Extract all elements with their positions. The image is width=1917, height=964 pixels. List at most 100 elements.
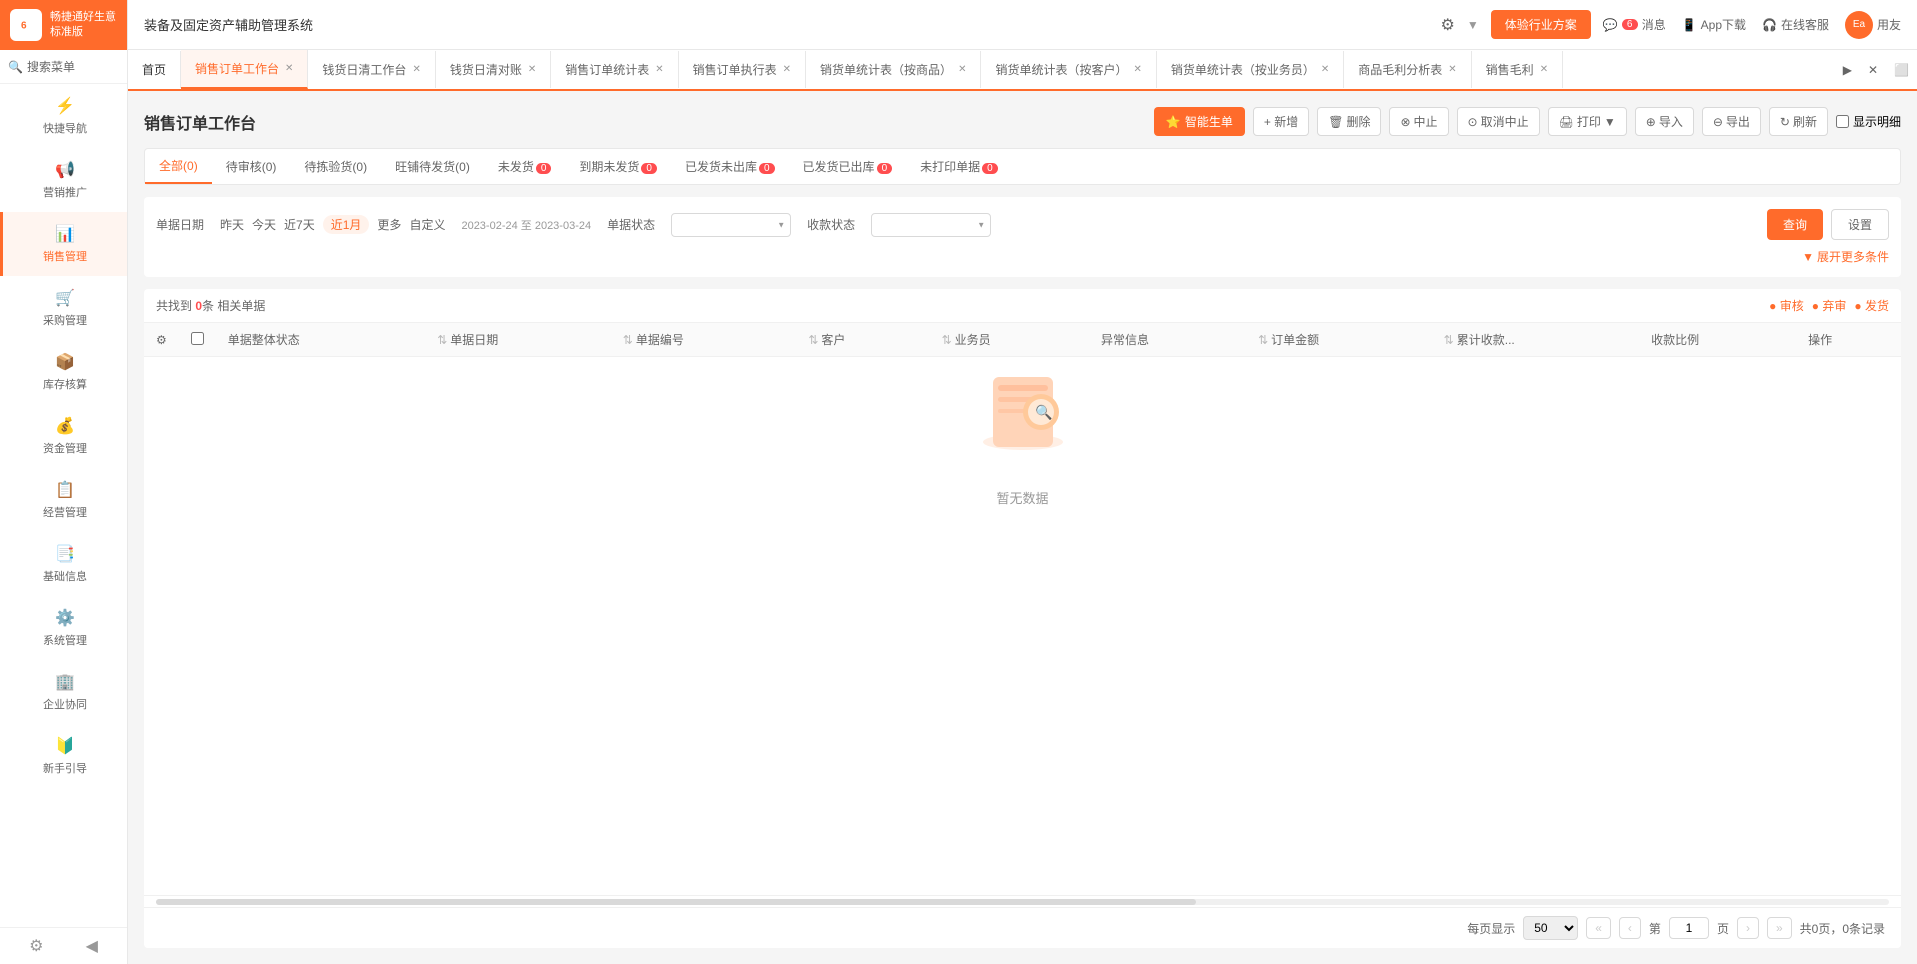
settings-footer-btn[interactable]: ⚙	[29, 936, 43, 956]
tab-close-sales-exec[interactable]: ✕	[783, 64, 791, 75]
logo-text: 畅捷通好生意 标准版	[50, 10, 116, 41]
app-download-action[interactable]: 📱 App下载	[1682, 16, 1746, 33]
query-btn[interactable]: 查询	[1767, 209, 1823, 240]
sidebar-item-enterprise[interactable]: 🏢 企业协同	[0, 660, 127, 724]
subtab-pending-review[interactable]: 待审核(0)	[212, 150, 291, 183]
message-action[interactable]: 💬 6 消息	[1603, 16, 1666, 33]
tab-sales-summary-customer[interactable]: 销货单统计表（按客户） ✕	[981, 51, 1156, 88]
export-btn[interactable]: ⊖ 导出	[1702, 107, 1761, 136]
ship-circle-icon: ●	[1854, 299, 1861, 313]
print-btn[interactable]: 🖨 打印 ▼	[1548, 107, 1627, 136]
ship-btn[interactable]: ● 发货	[1854, 297, 1889, 314]
scroll-thumb[interactable]	[156, 899, 1196, 905]
collapse-btn[interactable]: ◀	[86, 936, 98, 956]
refresh-btn[interactable]: ↻ 刷新	[1769, 107, 1828, 136]
sidebar-item-guide[interactable]: 🔰 新手引导	[0, 724, 127, 788]
sidebar-item-inventory[interactable]: 📦 库存核算	[0, 340, 127, 404]
page-input[interactable]	[1669, 917, 1709, 939]
th-checkbox[interactable]	[179, 323, 216, 357]
date-opt-more[interactable]: 更多	[377, 216, 401, 233]
tab-sales-summary-product[interactable]: 销货单统计表（按商品） ✕	[806, 51, 981, 88]
subtab-all[interactable]: 全部(0)	[145, 149, 212, 184]
sidebar-item-operations[interactable]: 📋 经营管理	[0, 468, 127, 532]
tab-close-sales-order[interactable]: ✕	[285, 63, 293, 74]
trial-btn[interactable]: 体验行业方案	[1491, 10, 1591, 39]
add-btn[interactable]: + 新增	[1253, 107, 1309, 136]
scroll-bar-area[interactable]	[144, 895, 1901, 907]
date-opt-custom[interactable]: 自定义	[409, 216, 445, 233]
pagination: 每页显示 50 10 20 100 « ‹ 第 页 › » 共0页，0条记录	[144, 907, 1901, 948]
show-detail-label[interactable]: 显示明细	[1836, 113, 1901, 130]
th-status: 单据整体状态	[216, 323, 425, 357]
show-detail-checkbox[interactable]	[1836, 115, 1849, 128]
subtab-wangpu-pending[interactable]: 旺铺待发货(0)	[381, 150, 484, 183]
sidebar-item-sys-mgmt[interactable]: ⚙️ 系统管理	[0, 596, 127, 660]
page-size-select[interactable]: 50 10 20 100	[1523, 916, 1578, 940]
sidebar-item-marketing[interactable]: 📢 营销推广	[0, 148, 127, 212]
audit-btn[interactable]: ● 审核	[1769, 297, 1804, 314]
sidebar-search[interactable]: 🔍 搜索菜单	[0, 50, 127, 84]
status-select[interactable]	[671, 213, 791, 237]
tab-close-sales-more[interactable]: ✕	[1540, 64, 1548, 75]
tab-home[interactable]: 首页	[128, 51, 181, 88]
date-opt-last1m[interactable]: 近1月	[323, 215, 370, 234]
topbar-dropdown-icon[interactable]: ▼	[1467, 18, 1479, 32]
tab-cash-daily[interactable]: 钱货日清工作台 ✕	[308, 51, 435, 88]
tab-sales-more[interactable]: 销售毛利 ✕	[1472, 51, 1563, 88]
subtab-shipped-not-warehoused[interactable]: 已发货未出库0	[671, 150, 789, 183]
deaudit-btn[interactable]: ● 弃审	[1812, 297, 1847, 314]
tab-sales-summary-staff[interactable]: 销货单统计表（按业务员） ✕	[1157, 51, 1344, 88]
date-opt-yesterday[interactable]: 昨天	[220, 216, 244, 233]
last-page-btn[interactable]: »	[1767, 917, 1792, 939]
tab-close-sales-summary-staff[interactable]: ✕	[1321, 64, 1329, 75]
content-area: 销售订单工作台 ⭐ 智能生单 + 新增 🗑 删除 ⊗ 中止 ⊙ 取消中止	[128, 91, 1917, 964]
cancel-stop-btn[interactable]: ⊙ 取消中止	[1457, 107, 1540, 136]
stop-btn[interactable]: ⊗ 中止	[1389, 107, 1448, 136]
next-page-btn[interactable]: ›	[1737, 917, 1759, 939]
tab-close-cash-daily[interactable]: ✕	[412, 64, 420, 75]
tab-more-btn[interactable]: ▶	[1835, 53, 1860, 87]
tab-close-cash-reconcile[interactable]: ✕	[528, 64, 536, 75]
subtab-shipped-warehoused[interactable]: 已发货已出库0	[789, 150, 907, 183]
sidebar-item-finance[interactable]: 💰 资金管理	[0, 404, 127, 468]
date-opt-today[interactable]: 今天	[252, 216, 276, 233]
tab-close-sales-summary-product[interactable]: ✕	[958, 64, 966, 75]
tab-gross-margin[interactable]: 商品毛利分析表 ✕	[1344, 51, 1471, 88]
topbar-settings-icon[interactable]: ⚙	[1440, 15, 1454, 35]
tab-expand-btn[interactable]: ⬜	[1886, 53, 1917, 87]
tab-close-sales-stats[interactable]: ✕	[655, 64, 663, 75]
date-opt-last7[interactable]: 近7天	[284, 216, 315, 233]
prev-page-btn[interactable]: ‹	[1619, 917, 1641, 939]
tab-sales-exec[interactable]: 销售订单执行表 ✕	[679, 51, 806, 88]
import-btn[interactable]: ⊕ 导入	[1635, 107, 1694, 136]
star-icon: ⭐	[1166, 115, 1181, 129]
filter-expand-btn[interactable]: ▼ 展开更多条件	[1802, 248, 1889, 265]
table-wrap: ⚙ 单据整体状态 ⇅ 单据日期	[144, 323, 1901, 895]
tab-sales-order[interactable]: 销售订单工作台 ✕	[181, 50, 308, 89]
user-action[interactable]: Ea 用友	[1845, 11, 1901, 39]
sort-date-icon: ⇅	[437, 333, 447, 347]
tab-close-gross-margin[interactable]: ✕	[1448, 64, 1456, 75]
stop-icon: ⊗	[1400, 115, 1410, 129]
th-settings[interactable]: ⚙	[144, 323, 179, 357]
online-service-action[interactable]: 🎧 在线客服	[1762, 16, 1829, 33]
th-date: ⇅ 单据日期	[425, 323, 611, 357]
smart-btn[interactable]: ⭐ 智能生单	[1154, 107, 1245, 136]
first-page-btn[interactable]: «	[1586, 917, 1611, 939]
payment-select[interactable]	[871, 213, 991, 237]
delete-btn[interactable]: 🗑 删除	[1317, 107, 1381, 136]
sidebar-item-purchase[interactable]: 🛒 采购管理	[0, 276, 127, 340]
filter-setting-btn[interactable]: 设置	[1831, 209, 1889, 240]
tab-cash-reconcile[interactable]: 钱货日清对账 ✕	[436, 51, 551, 88]
select-all-checkbox[interactable]	[191, 332, 204, 345]
subtab-not-shipped[interactable]: 未发货0	[484, 150, 566, 183]
sidebar-item-quick-nav[interactable]: ⚡ 快捷导航	[0, 84, 127, 148]
subtab-expired-not-shipped[interactable]: 到期未发货0	[565, 150, 671, 183]
subtab-not-printed[interactable]: 未打印单据0	[906, 150, 1012, 183]
sidebar-item-sales[interactable]: 📊 销售管理	[0, 212, 127, 276]
sidebar-item-basic-info[interactable]: 📑 基础信息	[0, 532, 127, 596]
tab-close-sales-summary-customer[interactable]: ✕	[1133, 64, 1141, 75]
tab-sales-stats[interactable]: 销售订单统计表 ✕	[551, 51, 678, 88]
tab-close-all-btn[interactable]: ✕	[1860, 53, 1886, 87]
subtab-pending-inspect[interactable]: 待拣验货(0)	[290, 150, 381, 183]
